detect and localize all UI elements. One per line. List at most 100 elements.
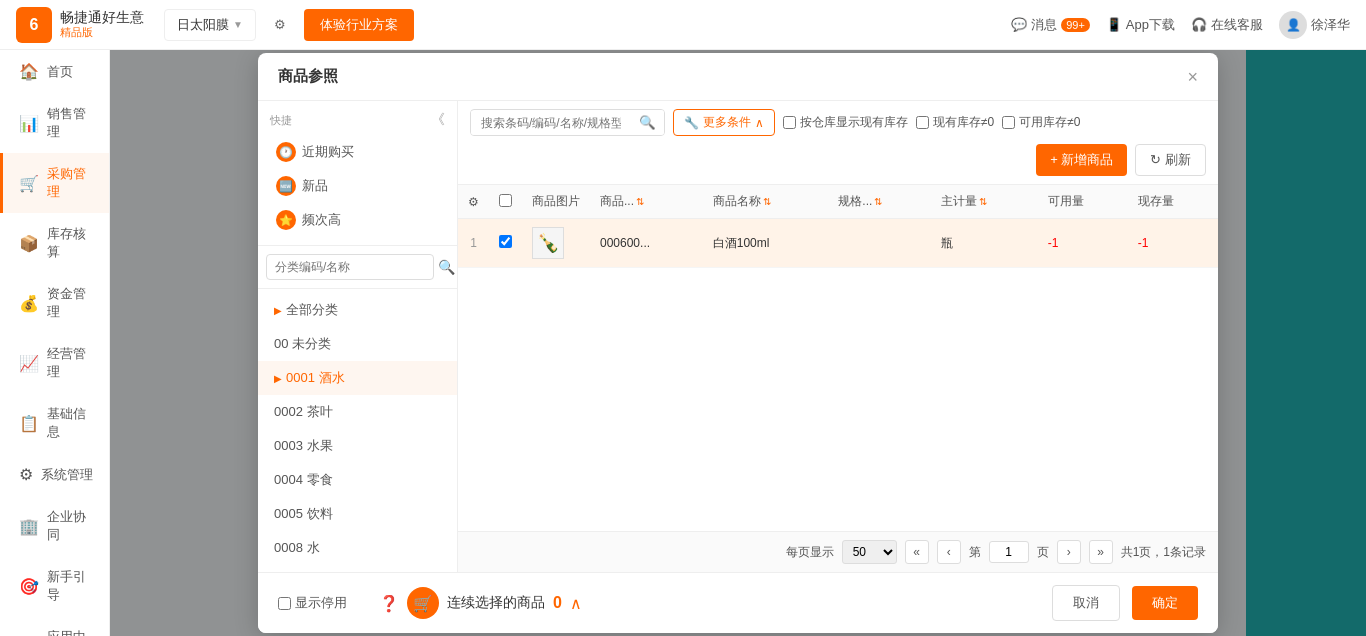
product-table: ⚙ 商品图片 商品...⇅ 商品名称⇅ 规格...⇅ 主计量⇅ 可用量 现存量 bbox=[458, 185, 1218, 268]
category-item-0002[interactable]: 0002 茶叶 bbox=[258, 395, 457, 429]
cancel-button[interactable]: 取消 bbox=[1052, 585, 1120, 621]
system-icon: ⚙ bbox=[19, 465, 33, 484]
col-header-settings[interactable]: ⚙ bbox=[458, 185, 489, 219]
close-icon[interactable]: × bbox=[1187, 68, 1198, 86]
sidebar-item-inventory[interactable]: 📦 库存核算 bbox=[0, 213, 109, 273]
row-checkbox-cell[interactable] bbox=[489, 219, 522, 268]
product-pagination: 每页显示 50 10 20 100 « ‹ 第 页 › » bbox=[458, 531, 1218, 572]
warehouse-stock-checkbox[interactable]: 按仓库显示现有库存 bbox=[783, 114, 908, 131]
add-product-button[interactable]: + 新增商品 bbox=[1036, 144, 1127, 176]
selected-products-label: 连续选择的商品 bbox=[447, 594, 545, 612]
main-content: 商品参照 × 快捷 《 🕐 近期购买 bbox=[110, 50, 1366, 636]
settings-icon[interactable]: ⚙ bbox=[264, 9, 296, 41]
total-info: 共1页，1条记录 bbox=[1121, 544, 1206, 561]
quick-item-new[interactable]: 🆕 新品 bbox=[266, 169, 449, 203]
cart-button[interactable]: 🛒 bbox=[407, 587, 439, 619]
sidebar-item-basic[interactable]: 📋 基础信息 bbox=[0, 393, 109, 453]
category-item-0004[interactable]: 0004 零食 bbox=[258, 463, 457, 497]
more-filter-button[interactable]: 🔧 更多条件 ∧ bbox=[673, 109, 775, 136]
help-icon[interactable]: ❓ bbox=[379, 594, 399, 613]
notification-button[interactable]: 💬 消息 99+ bbox=[1011, 16, 1090, 34]
panel-collapse-button[interactable]: 《 bbox=[431, 111, 445, 129]
product-stock-cell: -1 bbox=[1128, 219, 1218, 268]
category-list: ▶ 全部分类 00 未分类 ▶ 0001 酒水 0002 茶叶 bbox=[258, 289, 457, 572]
modal-header: 商品参照 × bbox=[258, 53, 1218, 101]
category-item-0005[interactable]: 0005 饮料 bbox=[258, 497, 457, 531]
category-search-input[interactable] bbox=[266, 254, 434, 280]
sidebar-item-finance[interactable]: 💰 资金管理 bbox=[0, 273, 109, 333]
product-thumbnail: 🍾 bbox=[532, 227, 564, 259]
chevron-right-icon-0001: ▶ bbox=[274, 373, 282, 384]
col-header-unit[interactable]: 主计量⇅ bbox=[931, 185, 1037, 219]
experience-button[interactable]: 体验行业方案 bbox=[304, 9, 414, 41]
navbar: 6 畅捷通好生意 精品版 日太阳膜 ▼ ⚙ 体验行业方案 💬 消息 99+ 📱 … bbox=[0, 0, 1366, 50]
last-page-button[interactable]: » bbox=[1089, 540, 1113, 564]
basic-icon: 📋 bbox=[19, 414, 39, 433]
select-all-checkbox[interactable] bbox=[499, 194, 512, 207]
product-name-cell: 白酒100ml bbox=[703, 219, 829, 268]
table-row[interactable]: 1 🍾 000600... 白酒100ml 瓶 -1 bbox=[458, 219, 1218, 268]
quick-access: 快捷 《 🕐 近期购买 🆕 新品 ⭐ 频次高 bbox=[258, 101, 457, 246]
enterprise-icon: 🏢 bbox=[19, 517, 39, 536]
sidebar-item-system[interactable]: ⚙ 系统管理 bbox=[0, 453, 109, 496]
product-search-group: 🔍 bbox=[470, 109, 665, 136]
confirm-button[interactable]: 确定 bbox=[1132, 586, 1198, 620]
category-search-button[interactable]: 🔍 bbox=[438, 259, 455, 275]
sidebar-item-sales[interactable]: 📊 销售管理 bbox=[0, 93, 109, 153]
col-header-code[interactable]: 商品...⇅ bbox=[590, 185, 703, 219]
next-page-button[interactable]: › bbox=[1057, 540, 1081, 564]
sort-icon-code: ⇅ bbox=[636, 196, 644, 207]
store-selector[interactable]: 日太阳膜 ▼ bbox=[164, 9, 256, 41]
row-number: 1 bbox=[458, 219, 489, 268]
finance-icon: 💰 bbox=[19, 294, 39, 313]
modal-body: 快捷 《 🕐 近期购买 🆕 新品 ⭐ 频次高 bbox=[258, 101, 1218, 572]
page-number-input[interactable] bbox=[989, 541, 1029, 563]
product-table-container: ⚙ 商品图片 商品...⇅ 商品名称⇅ 规格...⇅ 主计量⇅ 可用量 现存量 bbox=[458, 185, 1218, 531]
purchase-icon: 🛒 bbox=[19, 174, 39, 193]
nonzero-stock-checkbox[interactable]: 现有库存≠0 bbox=[916, 114, 994, 131]
product-search-input[interactable] bbox=[471, 111, 631, 135]
page-suffix: 页 bbox=[1037, 544, 1049, 561]
category-item-0008[interactable]: 0008 水 bbox=[258, 531, 457, 565]
category-item-0010[interactable]: 0010 家电 bbox=[258, 565, 457, 572]
sidebar-item-enterprise[interactable]: 🏢 企业协同 bbox=[0, 496, 109, 556]
inventory-icon: 📦 bbox=[19, 234, 39, 253]
category-item-all[interactable]: ▶ 全部分类 bbox=[258, 293, 457, 327]
quick-item-frequent[interactable]: ⭐ 频次高 bbox=[266, 203, 449, 237]
category-item-0001[interactable]: ▶ 0001 酒水 bbox=[258, 361, 457, 395]
col-header-available: 可用量 bbox=[1038, 185, 1128, 219]
user-avatar[interactable]: 👤 徐泽华 bbox=[1279, 11, 1350, 39]
toolbar-right: + 新增商品 ↻ 刷新 bbox=[1036, 144, 1206, 176]
first-page-button[interactable]: « bbox=[905, 540, 929, 564]
col-header-name[interactable]: 商品名称⇅ bbox=[703, 185, 829, 219]
filter-icon: 🔧 bbox=[684, 116, 699, 130]
col-header-select bbox=[489, 185, 522, 219]
category-item-0003[interactable]: 0003 水果 bbox=[258, 429, 457, 463]
sidebar: 🏠 首页 📊 销售管理 🛒 采购管理 📦 库存核算 💰 资金管理 📈 经营管理 … bbox=[0, 50, 110, 636]
col-header-spec[interactable]: 规格...⇅ bbox=[828, 185, 931, 219]
modal-bottom-bar: 显示停用 ❓ 🛒 连续选择的商品 0 ∧ 取消 确定 bbox=[258, 572, 1218, 633]
app-download-button[interactable]: 📱 App下载 bbox=[1106, 16, 1175, 34]
operations-icon: 📈 bbox=[19, 354, 39, 373]
cart-icon: 🛒 bbox=[413, 594, 433, 613]
refresh-button[interactable]: ↻ 刷新 bbox=[1135, 144, 1206, 176]
sidebar-item-purchase[interactable]: 🛒 采购管理 bbox=[0, 153, 109, 213]
sidebar-item-home[interactable]: 🏠 首页 bbox=[0, 50, 109, 93]
collapse-button[interactable]: ∧ bbox=[570, 594, 582, 613]
sidebar-item-guide[interactable]: 🎯 新手引导 bbox=[0, 556, 109, 616]
page-size-select[interactable]: 50 10 20 100 bbox=[842, 540, 897, 564]
show-disabled-checkbox[interactable]: 显示停用 bbox=[278, 594, 347, 612]
product-image-cell: 🍾 bbox=[522, 219, 590, 268]
product-search-button[interactable]: 🔍 bbox=[631, 110, 664, 135]
quick-item-recent[interactable]: 🕐 近期购买 bbox=[266, 135, 449, 169]
sidebar-item-operations[interactable]: 📈 经营管理 bbox=[0, 333, 109, 393]
online-service-button[interactable]: 🎧 在线客服 bbox=[1191, 16, 1263, 34]
logo-text: 畅捷通好生意 精品版 bbox=[60, 9, 144, 41]
prev-page-button[interactable]: ‹ bbox=[937, 540, 961, 564]
modal-title: 商品参照 bbox=[278, 67, 338, 86]
avatar: 👤 bbox=[1279, 11, 1307, 39]
sidebar-item-appcenter[interactable]: 📱 应用中心 bbox=[0, 616, 109, 636]
sort-icon-spec: ⇅ bbox=[874, 196, 882, 207]
nonzero-available-checkbox[interactable]: 可用库存≠0 bbox=[1002, 114, 1080, 131]
category-item-00[interactable]: 00 未分类 bbox=[258, 327, 457, 361]
